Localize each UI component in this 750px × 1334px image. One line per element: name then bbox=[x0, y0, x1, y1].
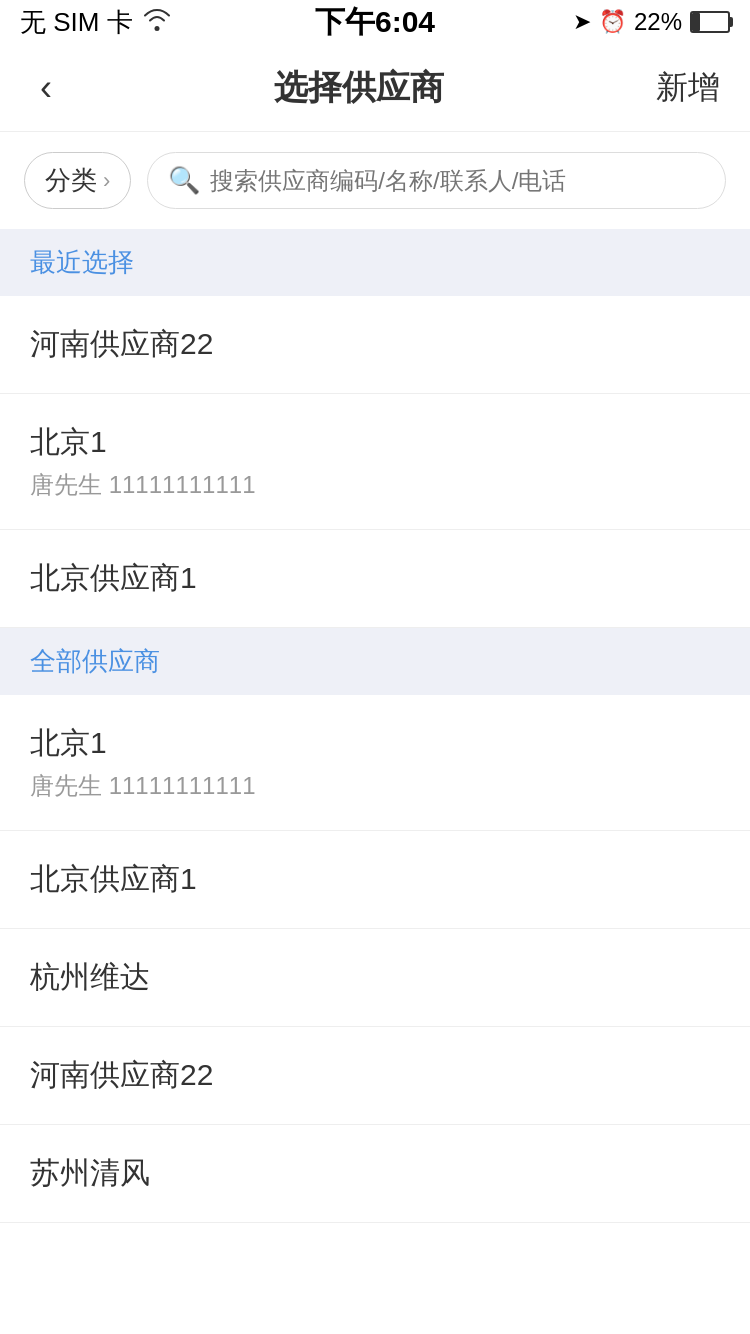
item-name: 河南供应商22 bbox=[30, 1055, 720, 1096]
item-name: 北京1 bbox=[30, 422, 720, 463]
item-name: 河南供应商22 bbox=[30, 324, 720, 365]
item-name: 北京供应商1 bbox=[30, 859, 720, 900]
all-section-header: 全部供应商 bbox=[0, 628, 750, 695]
all-section-label: 全部供应商 bbox=[30, 646, 160, 676]
filter-bar: 分类 › 🔍 bbox=[0, 132, 750, 229]
new-action-button[interactable]: 新增 bbox=[656, 66, 720, 110]
status-right: ➤ ⏰ 22% bbox=[573, 8, 730, 36]
list-item[interactable]: 北京供应商1 bbox=[0, 831, 750, 929]
list-item[interactable]: 北京1 唐先生 11111111111 bbox=[0, 695, 750, 831]
item-name: 苏州清风 bbox=[30, 1153, 720, 1194]
carrier-text: 无 SIM 卡 bbox=[20, 5, 133, 40]
wifi-icon bbox=[143, 7, 171, 38]
chevron-right-icon: › bbox=[103, 168, 110, 194]
nav-bar: ‹ 选择供应商 新增 bbox=[0, 44, 750, 132]
category-button[interactable]: 分类 › bbox=[24, 152, 131, 209]
status-bar: 无 SIM 卡 下午6:04 ➤ ⏰ 22% bbox=[0, 0, 750, 44]
status-time: 下午6:04 bbox=[315, 2, 435, 43]
list-item[interactable]: 河南供应商22 bbox=[0, 296, 750, 394]
search-icon: 🔍 bbox=[168, 165, 200, 196]
item-name: 北京供应商1 bbox=[30, 558, 720, 599]
all-list: 北京1 唐先生 11111111111 北京供应商1 杭州维达河南供应商22 苏州清风 bbox=[0, 695, 750, 1223]
item-sub: 唐先生 11111111111 bbox=[30, 770, 720, 802]
recent-section-header: 最近选择 bbox=[0, 229, 750, 296]
search-box[interactable]: 🔍 bbox=[147, 152, 726, 209]
battery-text: 22% bbox=[634, 8, 682, 36]
status-left: 无 SIM 卡 bbox=[20, 5, 171, 40]
list-item[interactable]: 河南供应商22 bbox=[0, 1027, 750, 1125]
list-item[interactable]: 北京供应商1 bbox=[0, 530, 750, 628]
item-sub: 唐先生 11111111111 bbox=[30, 469, 720, 501]
recent-section-label: 最近选择 bbox=[30, 247, 134, 277]
location-icon: ➤ bbox=[573, 9, 591, 35]
item-name: 北京1 bbox=[30, 723, 720, 764]
page-title: 选择供应商 bbox=[274, 65, 444, 111]
category-label: 分类 bbox=[45, 163, 97, 198]
back-button[interactable]: ‹ bbox=[30, 57, 62, 119]
item-name: 杭州维达 bbox=[30, 957, 720, 998]
alarm-icon: ⏰ bbox=[599, 9, 626, 35]
battery-icon bbox=[690, 11, 730, 33]
list-item[interactable]: 杭州维达 bbox=[0, 929, 750, 1027]
list-item[interactable]: 北京1 唐先生 11111111111 bbox=[0, 394, 750, 530]
list-item[interactable]: 苏州清风 bbox=[0, 1125, 750, 1223]
search-input[interactable] bbox=[210, 167, 705, 195]
recent-list: 河南供应商22 北京1 唐先生 11111111111 北京供应商1 bbox=[0, 296, 750, 628]
